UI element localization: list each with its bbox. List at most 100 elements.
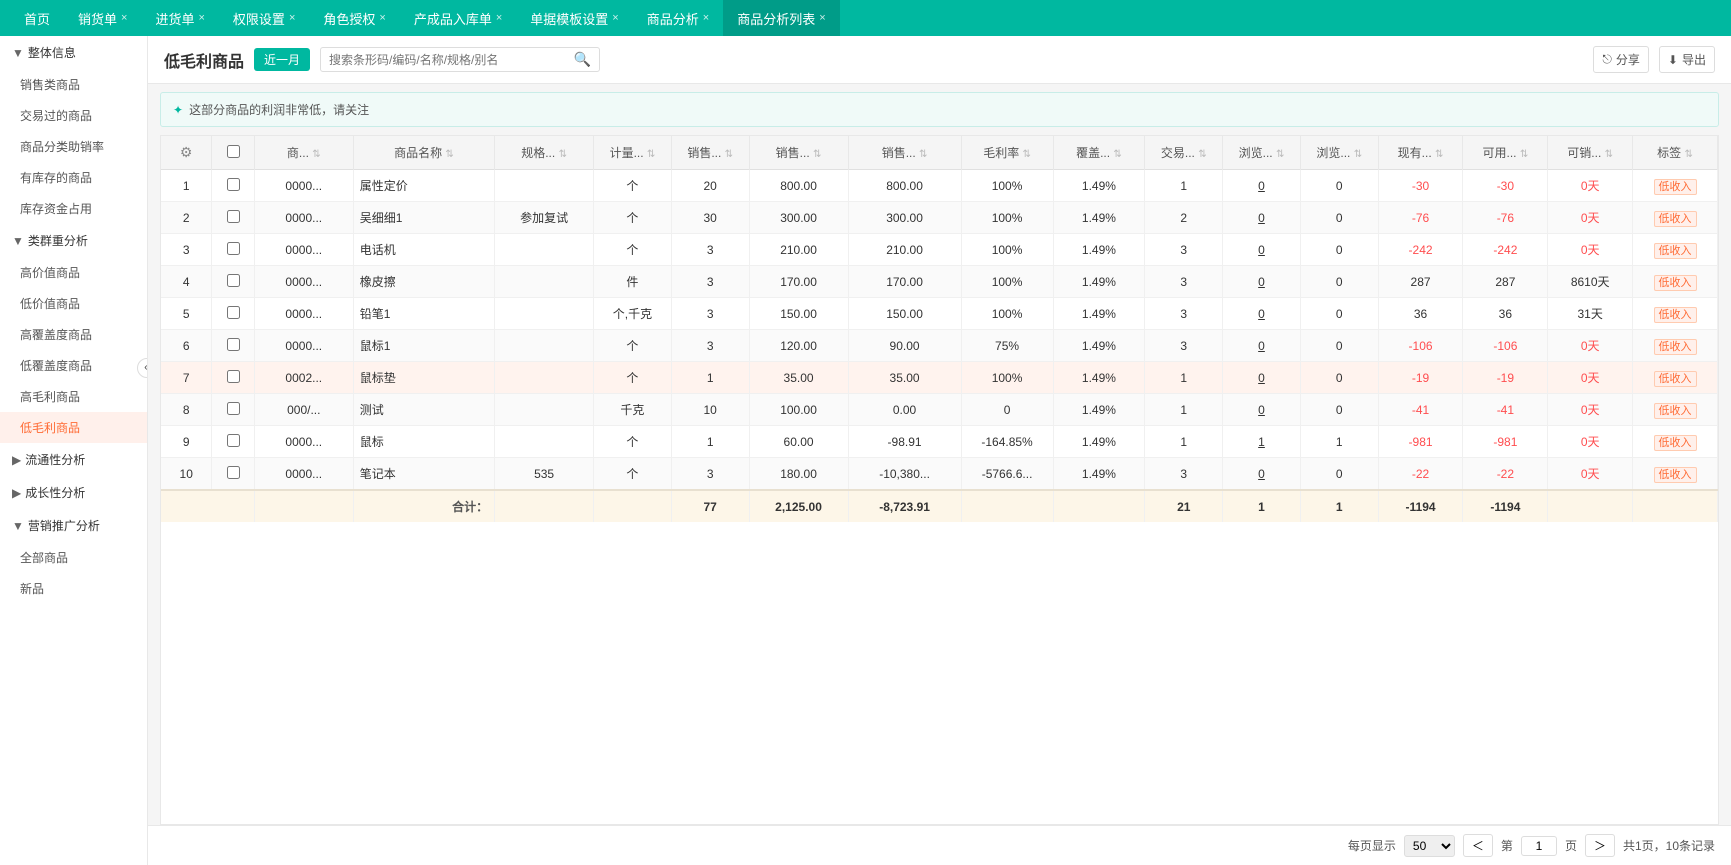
col-header-sale-amt[interactable]: 销售... ⇅	[848, 136, 961, 170]
view1-link[interactable]: 0	[1258, 371, 1265, 385]
row-checkbox[interactable]	[212, 426, 254, 458]
row-checkbox[interactable]	[212, 202, 254, 234]
col-header-saleable[interactable]: 可销... ⇅	[1548, 136, 1633, 170]
sidebar-item-inventory-funds[interactable]: 库存资金占用	[0, 193, 147, 224]
sidebar-item-low-margin[interactable]: 低毛利商品	[0, 412, 147, 443]
view1-link[interactable]: 0	[1258, 243, 1265, 257]
sidebar-item-traded-goods[interactable]: 交易过的商品	[0, 100, 147, 131]
row-select-checkbox[interactable]	[227, 434, 240, 447]
row-view1[interactable]: 0	[1223, 330, 1301, 362]
sidebar-item-high-value[interactable]: 高价值商品	[0, 257, 147, 288]
nav-permission-settings[interactable]: 权限设置 ×	[219, 0, 309, 36]
view1-link[interactable]: 0	[1258, 211, 1265, 225]
nav-home[interactable]: 首页	[10, 0, 64, 36]
col-header-stock[interactable]: 现有... ⇅	[1378, 136, 1463, 170]
row-view1[interactable]: 0	[1223, 394, 1301, 426]
row-select-checkbox[interactable]	[227, 466, 240, 479]
nav-close-icon[interactable]: ×	[289, 12, 295, 24]
sidebar-section-liquidity[interactable]: ▶ 流通性分析	[0, 443, 147, 476]
sidebar-item-new-goods[interactable]: 新品	[0, 573, 147, 604]
sidebar-item-low-coverage[interactable]: 低覆盖度商品	[0, 350, 147, 381]
col-header-code[interactable]: 商... ⇅	[254, 136, 353, 170]
view1-link[interactable]: 0	[1258, 179, 1265, 193]
row-checkbox[interactable]	[212, 394, 254, 426]
col-header-view2[interactable]: 浏览... ⇅	[1300, 136, 1378, 170]
row-view1[interactable]: 0	[1223, 362, 1301, 394]
row-view1[interactable]: 0	[1223, 266, 1301, 298]
row-checkbox[interactable]	[212, 266, 254, 298]
sidebar-item-all-goods[interactable]: 全部商品	[0, 542, 147, 573]
col-header-avail[interactable]: 可用... ⇅	[1463, 136, 1548, 170]
col-header-name[interactable]: 商品名称 ⇅	[353, 136, 494, 170]
view1-link[interactable]: 0	[1258, 339, 1265, 353]
row-select-checkbox[interactable]	[227, 242, 240, 255]
nav-template-settings[interactable]: 单据模板设置 ×	[516, 0, 632, 36]
nav-close-icon[interactable]: ×	[121, 12, 127, 24]
row-view1[interactable]: 1	[1223, 426, 1301, 458]
nav-close-icon[interactable]: ×	[819, 12, 825, 24]
view1-link[interactable]: 0	[1258, 467, 1265, 481]
view1-link[interactable]: 0	[1258, 307, 1265, 321]
col-header-spec[interactable]: 规格... ⇅	[495, 136, 594, 170]
select-all-checkbox[interactable]	[227, 145, 240, 158]
per-page-select[interactable]: 50 100 200	[1404, 835, 1455, 857]
row-checkbox[interactable]	[212, 362, 254, 394]
sidebar-section-overall[interactable]: ▼ 整体信息	[0, 36, 147, 69]
row-select-checkbox[interactable]	[227, 370, 240, 383]
row-checkbox[interactable]	[212, 458, 254, 491]
row-view1[interactable]: 0	[1223, 234, 1301, 266]
view1-link[interactable]: 1	[1258, 435, 1265, 449]
nav-role-auth[interactable]: 角色授权 ×	[309, 0, 399, 36]
sidebar-item-category-sales-rate[interactable]: 商品分类助销率	[0, 131, 147, 162]
sidebar-item-high-margin[interactable]: 高毛利商品	[0, 381, 147, 412]
col-header-checkbox[interactable]	[212, 136, 254, 170]
row-view1[interactable]: 0	[1223, 458, 1301, 491]
sidebar-section-growth[interactable]: ▶ 成长性分析	[0, 476, 147, 509]
nav-close-icon[interactable]: ×	[496, 12, 502, 24]
sidebar-item-sales-goods[interactable]: 销售类商品	[0, 69, 147, 100]
row-view1[interactable]: 0	[1223, 170, 1301, 202]
row-select-checkbox[interactable]	[227, 306, 240, 319]
row-select-checkbox[interactable]	[227, 178, 240, 191]
row-view1[interactable]: 0	[1223, 202, 1301, 234]
row-checkbox[interactable]	[212, 330, 254, 362]
col-header-sale-qty[interactable]: 销售... ⇅	[671, 136, 749, 170]
next-page-button[interactable]: ＞	[1585, 834, 1615, 857]
row-select-checkbox[interactable]	[227, 402, 240, 415]
col-header-sale-price[interactable]: 销售... ⇅	[749, 136, 848, 170]
nav-close-icon[interactable]: ×	[198, 12, 204, 24]
col-header-view1[interactable]: 浏览... ⇅	[1223, 136, 1301, 170]
search-icon[interactable]: 🔍	[574, 51, 591, 68]
sidebar-item-in-stock[interactable]: 有库存的商品	[0, 162, 147, 193]
nav-close-icon[interactable]: ×	[703, 12, 709, 24]
row-checkbox[interactable]	[212, 234, 254, 266]
share-button[interactable]: ⎋ 分享	[1593, 46, 1649, 73]
page-number-input[interactable]	[1521, 836, 1557, 856]
row-view1[interactable]: 0	[1223, 298, 1301, 330]
nav-sales-order[interactable]: 销货单 ×	[64, 0, 141, 36]
prev-page-button[interactable]: ＜	[1463, 834, 1493, 857]
row-select-checkbox[interactable]	[227, 274, 240, 287]
row-checkbox[interactable]	[212, 170, 254, 202]
nav-product-analysis[interactable]: 商品分析 ×	[633, 0, 723, 36]
row-select-checkbox[interactable]	[227, 338, 240, 351]
settings-icon[interactable]: ⚙	[180, 144, 193, 160]
col-header-trade[interactable]: 交易... ⇅	[1145, 136, 1223, 170]
sidebar-item-high-coverage[interactable]: 高覆盖度商品	[0, 319, 147, 350]
nav-close-icon[interactable]: ×	[612, 12, 618, 24]
col-header-tag[interactable]: 标签 ⇅	[1633, 136, 1718, 170]
view1-link[interactable]: 0	[1258, 275, 1265, 289]
nav-product-entry[interactable]: 产成品入库单 ×	[400, 0, 516, 36]
row-select-checkbox[interactable]	[227, 210, 240, 223]
row-checkbox[interactable]	[212, 298, 254, 330]
view1-link[interactable]: 0	[1258, 403, 1265, 417]
search-input[interactable]	[329, 53, 574, 67]
export-button[interactable]: ⬇ 导出	[1659, 46, 1715, 73]
nav-close-icon[interactable]: ×	[379, 12, 385, 24]
date-filter-button[interactable]: 近一月	[254, 48, 310, 71]
sidebar-item-low-value[interactable]: 低价值商品	[0, 288, 147, 319]
col-header-unit[interactable]: 计量... ⇅	[594, 136, 672, 170]
col-header-gross-rate[interactable]: 毛利率 ⇅	[961, 136, 1053, 170]
sidebar-section-marketing[interactable]: ▼ 营销推广分析	[0, 509, 147, 542]
nav-product-analysis-list[interactable]: 商品分析列表 ×	[723, 0, 839, 36]
